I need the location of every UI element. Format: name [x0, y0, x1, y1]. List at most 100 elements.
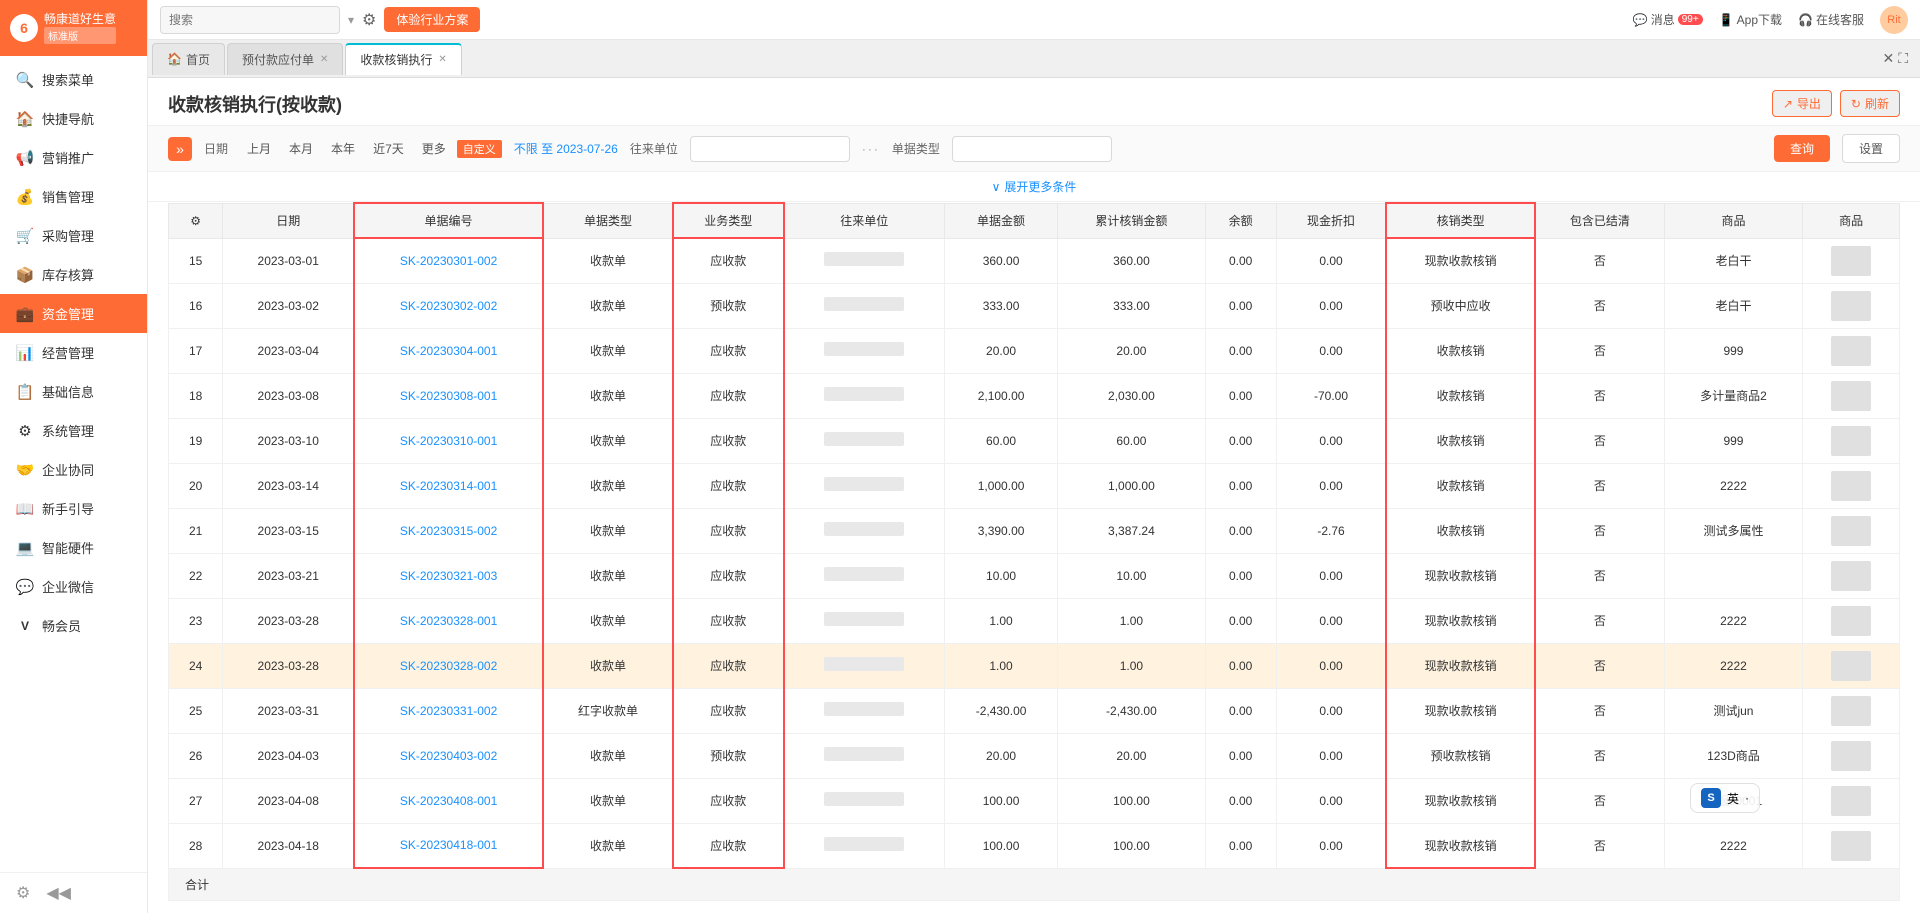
doc-no-link[interactable]: SK-20230328-002	[400, 659, 497, 673]
sidebar-item-enterprise[interactable]: 🤝 企业协同	[0, 450, 147, 489]
cell-biz-type: 预收款	[673, 283, 784, 328]
sidebar-item-guide[interactable]: 📖 新手引导	[0, 489, 147, 528]
cell-partner	[784, 733, 945, 778]
doc-no-link[interactable]: SK-20230308-001	[400, 389, 497, 403]
custom-date-btn[interactable]: 自定义	[457, 140, 502, 158]
doc-no-link[interactable]: SK-20230301-002	[400, 254, 497, 268]
th-writeoff[interactable]: 累计核销金额	[1058, 203, 1205, 238]
doc-no-link[interactable]: SK-20230315-002	[400, 524, 497, 538]
sidebar-item-inventory[interactable]: 📦 库存核算	[0, 255, 147, 294]
settings-bottom-icon[interactable]: ⚙	[16, 883, 30, 903]
cell-num: 23	[169, 598, 223, 643]
setting-button[interactable]: 设置	[1842, 134, 1900, 163]
cell-writeoff: -2,430.00	[1058, 688, 1205, 733]
sidebar-item-marketing[interactable]: 📢 营销推广	[0, 138, 147, 177]
sidebar-item-label: 资金管理	[42, 304, 94, 323]
filter-expand-button[interactable]: »	[168, 137, 192, 161]
dropdown-arrow-icon[interactable]: ▾	[348, 13, 354, 27]
doc-no-link[interactable]: SK-20230304-001	[400, 344, 497, 358]
th-partner[interactable]: 往来单位	[784, 203, 945, 238]
query-button[interactable]: 查询	[1774, 135, 1830, 162]
date-btn-this-year[interactable]: 本年	[324, 137, 362, 160]
settings-gear-icon[interactable]: ⚙	[362, 10, 376, 30]
sidebar-item-quicknav[interactable]: 🏠 快捷导航	[0, 99, 147, 138]
notification-label: 消息	[1651, 11, 1675, 28]
doc-no-link[interactable]: SK-20230408-001	[400, 794, 497, 808]
doc-no-link[interactable]: SK-20230310-001	[400, 434, 497, 448]
cell-amount: 360.00	[944, 238, 1058, 283]
doc-no-link[interactable]: SK-20230403-002	[400, 749, 497, 763]
th-goods2[interactable]: 商品	[1803, 203, 1900, 238]
date-options: 上月 本月 本年 近7天 更多 自定义	[240, 137, 502, 160]
doc-no-link[interactable]: SK-20230314-001	[400, 479, 497, 493]
expand-more-btn[interactable]: ∨ 展开更多条件	[992, 178, 1077, 195]
app-download-item[interactable]: 📱 App下载	[1719, 11, 1782, 28]
th-biz-type[interactable]: 业务类型	[673, 203, 784, 238]
sidebar-item-purchase[interactable]: 🛒 采购管理	[0, 216, 147, 255]
cell-include-settled: 否	[1535, 823, 1664, 868]
refresh-icon: ↻	[1851, 97, 1861, 111]
table-row: 19 2023-03-10 SK-20230310-001 收款单 应收款 60…	[169, 418, 1900, 463]
cell-writeoff-type: 收款核销	[1386, 418, 1535, 463]
tab-prepay[interactable]: 预付款应付单 ✕	[227, 43, 343, 75]
th-include-settled[interactable]: 包含已结清	[1535, 203, 1664, 238]
partner-blurred	[824, 477, 904, 491]
support-item[interactable]: 🎧 在线客服	[1798, 11, 1864, 28]
th-date[interactable]: 日期	[223, 203, 354, 238]
cell-partner	[784, 778, 945, 823]
collapse-icon[interactable]: ◀◀	[46, 883, 71, 903]
th-settings[interactable]: ⚙	[169, 203, 223, 238]
sidebar-item-operations[interactable]: 📊 经营管理	[0, 333, 147, 372]
date-btn-last-month[interactable]: 上月	[240, 137, 278, 160]
doc-no-link[interactable]: SK-20230328-001	[400, 614, 497, 628]
cell-discount: 0.00	[1276, 733, 1386, 778]
cell-balance: 0.00	[1205, 373, 1276, 418]
doc-no-link[interactable]: SK-20230302-002	[400, 299, 497, 313]
table-container[interactable]: ⚙ 日期 单据编号 单据类型 业务类型 往来单位 单据金额 累计核销金额 余额 …	[148, 202, 1920, 913]
th-balance[interactable]: 余额	[1205, 203, 1276, 238]
cell-partner	[784, 823, 945, 868]
th-doc-no[interactable]: 单据编号	[354, 203, 543, 238]
cell-doc-type: 收款单	[543, 598, 673, 643]
sidebar-item-wechat[interactable]: 💬 企业微信	[0, 567, 147, 606]
sidebar-item-finance[interactable]: 💼 资金管理	[0, 294, 147, 333]
date-btn-this-month[interactable]: 本月	[282, 137, 320, 160]
tab-expand-icon[interactable]: ⛶	[1898, 50, 1908, 67]
tab-close-collection[interactable]: ✕	[438, 54, 446, 65]
industry-solution-button[interactable]: 体验行业方案	[384, 7, 480, 32]
th-doc-type[interactable]: 单据类型	[543, 203, 673, 238]
user-avatar[interactable]: Rit	[1880, 6, 1908, 34]
th-writeoff-type[interactable]: 核销类型	[1386, 203, 1535, 238]
cell-balance: 0.00	[1205, 823, 1276, 868]
cell-doc-no: SK-20230328-002	[354, 643, 543, 688]
topbar-search-input[interactable]	[160, 6, 340, 34]
notification-item[interactable]: 💬 消息 99+	[1633, 11, 1703, 28]
sidebar-item-hardware[interactable]: 💻 智能硬件	[0, 528, 147, 567]
cell-goods2	[1803, 328, 1900, 373]
doc-no-link[interactable]: SK-20230331-002	[400, 704, 497, 718]
th-goods[interactable]: 商品	[1664, 203, 1803, 238]
export-button[interactable]: ↗ 导出	[1772, 90, 1832, 117]
sidebar-item-basic[interactable]: 📋 基础信息	[0, 372, 147, 411]
sidebar-item-system[interactable]: ⚙ 系统管理	[0, 411, 147, 450]
cell-doc-no: SK-20230328-001	[354, 598, 543, 643]
sidebar-item-search[interactable]: 🔍 搜索菜单	[0, 60, 147, 99]
th-amount[interactable]: 单据金额	[944, 203, 1058, 238]
doc-type-select[interactable]	[952, 136, 1112, 162]
th-discount[interactable]: 现金折扣	[1276, 203, 1386, 238]
refresh-button[interactable]: ↻ 刷新	[1840, 90, 1900, 117]
sidebar-item-sales[interactable]: 💰 销售管理	[0, 177, 147, 216]
date-btn-more[interactable]: 更多	[415, 137, 453, 160]
logo-icon: 6	[10, 14, 38, 42]
tab-close-prepay[interactable]: ✕	[320, 54, 328, 65]
partner-blurred	[824, 567, 904, 581]
tab-close-all-icon[interactable]: ✕	[1882, 50, 1894, 67]
partner-input[interactable]	[690, 136, 850, 162]
doc-no-link[interactable]: SK-20230418-001	[400, 838, 497, 852]
tab-collection[interactable]: 收款核销执行 ✕	[345, 43, 461, 75]
date-btn-7days[interactable]: 近7天	[366, 137, 411, 160]
sidebar-item-member[interactable]: V 畅会员	[0, 606, 147, 645]
doc-no-link[interactable]: SK-20230321-003	[400, 569, 497, 583]
tab-home[interactable]: 🏠 首页	[152, 43, 225, 75]
sidebar-item-label: 系统管理	[42, 421, 94, 440]
